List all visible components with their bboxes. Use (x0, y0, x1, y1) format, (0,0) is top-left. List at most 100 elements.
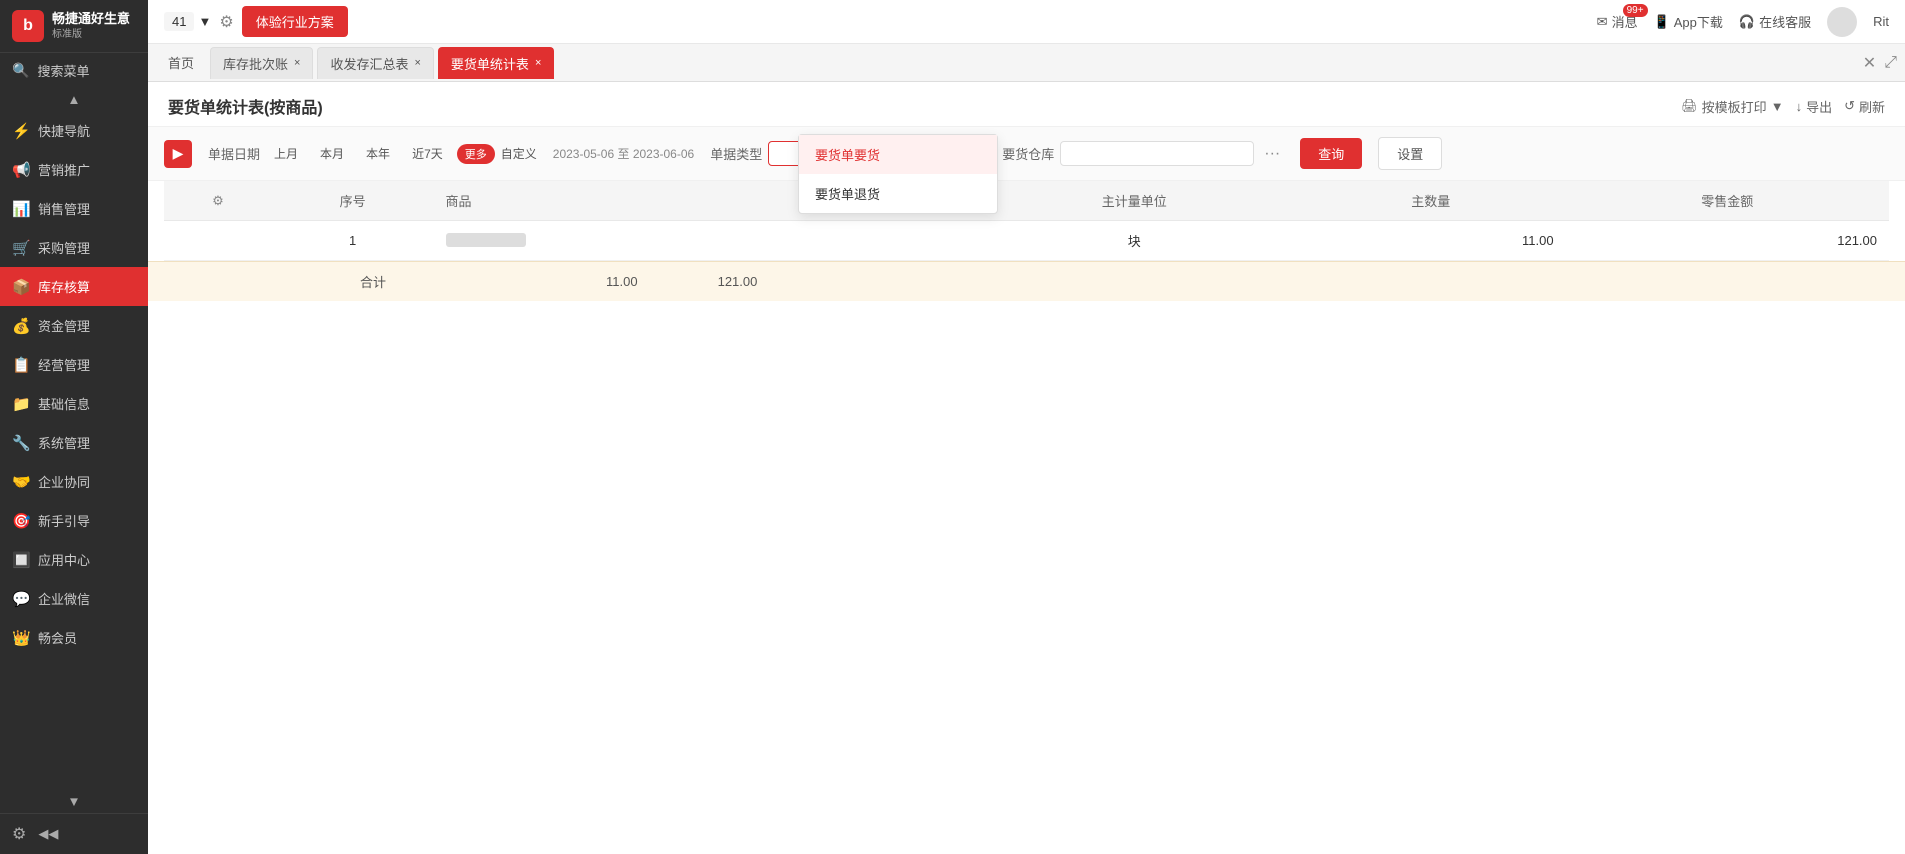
sidebar-item-purchase[interactable]: 🛒 采购管理 (0, 228, 148, 267)
finance-icon: 💰 (12, 317, 30, 335)
date-this-year[interactable]: 本年 (358, 142, 398, 165)
filter-more-dots[interactable]: ··· (1264, 145, 1280, 163)
col-seq: 序号 (272, 181, 434, 221)
date-last-month[interactable]: 上月 (266, 142, 306, 165)
table-row: 1 块 11.00 121.00 (164, 221, 1889, 261)
tab-inventory-batch-close[interactable]: × (294, 57, 300, 69)
tab-purchase-order-close[interactable]: × (535, 57, 541, 69)
sidebar-item-operations[interactable]: 📋 经营管理 (0, 345, 148, 384)
sidebar-item-wechat[interactable]: 💬 企业微信 (0, 579, 148, 618)
sales-icon: 📊 (12, 200, 30, 218)
logo-area: b 畅捷通好生意 标准版 (0, 0, 148, 53)
inventory-label: 库存核算 (38, 277, 90, 296)
sidebar-item-marketing[interactable]: 📢 营销推广 (0, 150, 148, 189)
app-download-button[interactable]: 📱 App下载 (1654, 12, 1723, 31)
sidebar-item-basic[interactable]: 📁 基础信息 (0, 384, 148, 423)
topbar-right: ✉ 消息 99+ 📱 App下载 🎧 在线客服 Rit (1597, 7, 1889, 37)
online-service-button[interactable]: 🎧 在线客服 (1739, 12, 1811, 31)
store-selector[interactable]: 41 ▼ (164, 12, 211, 31)
sidebar-item-guide[interactable]: 🎯 新手引导 (0, 501, 148, 540)
product-name-blurred (446, 233, 526, 247)
export-label: 导出 (1806, 97, 1832, 116)
query-button[interactable]: 查询 (1300, 138, 1362, 169)
trial-button[interactable]: 体验行业方案 (242, 6, 348, 37)
export-button[interactable]: ↓ 导出 (1796, 97, 1833, 116)
messages-badge: 99+ (1623, 4, 1648, 17)
tab-home[interactable]: 首页 (156, 47, 206, 78)
col-unit: 主计量单位 (973, 181, 1296, 221)
tab-close-all-icon[interactable]: ✕ (1863, 53, 1876, 73)
topbar-gear-icon[interactable]: ⚙ (219, 12, 233, 32)
messages-button[interactable]: ✉ 消息 99+ (1597, 12, 1638, 31)
finance-label: 资金管理 (38, 316, 90, 335)
dropdown-item-order-goods[interactable]: 要货单要货 (799, 135, 997, 174)
filter-expand-button[interactable]: ▶ (164, 140, 192, 168)
dropdown-item-order-return-label: 要货单退货 (815, 187, 880, 202)
page-actions: 🖨 按模板打印 ▼ ↓ 导出 ↺ 刷新 (1681, 97, 1885, 116)
sidebar-item-enterprise[interactable]: 🤝 企业协同 (0, 462, 148, 501)
sidebar-bottom: ⚙ ◀◀ (0, 813, 148, 854)
settings-icon[interactable]: ⚙ (12, 824, 26, 844)
sidebar-item-system[interactable]: 🔧 系统管理 (0, 423, 148, 462)
topbar-left: 41 ▼ ⚙ 体验行业方案 (164, 6, 1585, 37)
sidebar-item-sales[interactable]: 📊 销售管理 (0, 189, 148, 228)
sidebar-item-appstore[interactable]: 🔲 应用中心 (0, 540, 148, 579)
tab-receivable-close[interactable]: × (414, 57, 420, 69)
scroll-down-button[interactable]: ▼ (0, 790, 148, 813)
topbar: 41 ▼ ⚙ 体验行业方案 ✉ 消息 99+ 📱 App下载 🎧 在线客服 Ri… (148, 0, 1905, 44)
print-button[interactable]: 🖨 按模板打印 ▼ (1681, 97, 1783, 116)
logo-text: 畅捷通好生意 标准版 (52, 11, 130, 41)
tabbar: 首页 库存批次账 × 收发存汇总表 × 要货单统计表 × ✕ ⤢ (148, 44, 1905, 82)
member-icon: 👑 (12, 629, 30, 647)
sales-label: 销售管理 (38, 199, 90, 218)
sidebar-item-member[interactable]: 👑 畅会员 (0, 618, 148, 657)
sidebar: b 畅捷通好生意 标准版 🔍 搜索菜单 ▲ ⚡ 快捷导航 📢 营销推广 📊 销售… (0, 0, 148, 854)
page-content: 要货单统计表(按商品) 🖨 按模板打印 ▼ ↓ 导出 ↺ 刷新 ▶ (148, 82, 1905, 854)
tab-inventory-batch[interactable]: 库存批次账 × (210, 47, 313, 79)
search-menu[interactable]: 🔍 搜索菜单 (0, 53, 148, 88)
refresh-icon: ↺ (1844, 98, 1855, 114)
date-this-month[interactable]: 本月 (312, 142, 352, 165)
col-settings[interactable]: ⚙ (164, 181, 272, 221)
sidebar-item-inventory[interactable]: 📦 库存核算 (0, 267, 148, 306)
data-table: ⚙ 序号 商品 主计量单位 主数量 零售金额 1 (164, 181, 1889, 261)
filter-bar: ▶ 单据日期 上月 本月 本年 近7天 更多 自定义 2023-05-06 至 … (148, 127, 1905, 181)
type-filter-label: 单据类型 (710, 144, 762, 163)
marketing-label: 营销推广 (38, 160, 90, 179)
sidebar-item-finance[interactable]: 💰 资金管理 (0, 306, 148, 345)
system-icon: 🔧 (12, 434, 30, 452)
refresh-button[interactable]: ↺ 刷新 (1844, 97, 1885, 116)
date-more-button[interactable]: 更多 (457, 144, 495, 164)
member-label: 畅会员 (38, 628, 77, 647)
purchase-label: 采购管理 (38, 238, 90, 257)
guide-icon: 🎯 (12, 512, 30, 530)
footer-label: 合计 (360, 272, 386, 291)
scroll-up-button[interactable]: ▲ (0, 88, 148, 111)
basic-label: 基础信息 (38, 394, 90, 413)
tab-expand-icon[interactable]: ⤢ (1884, 54, 1897, 72)
date-shortcuts: 上月 本月 本年 近7天 更多 (266, 142, 495, 165)
download-icon: 📱 (1654, 14, 1670, 30)
dropdown-item-order-return[interactable]: 要货单退货 (799, 174, 997, 213)
footer-amount: 121.00 (718, 274, 758, 289)
tab-receivable-summary[interactable]: 收发存汇总表 × (317, 47, 433, 79)
collapse-button[interactable]: ◀◀ (38, 826, 58, 842)
online-service-label: 在线客服 (1759, 12, 1811, 31)
date-last-7-days[interactable]: 近7天 (404, 142, 451, 165)
warehouse-filter-input[interactable] (1060, 141, 1254, 166)
marketing-icon: 📢 (12, 161, 30, 179)
date-filter-group: 单据日期 上月 本月 本年 近7天 更多 自定义 (208, 142, 537, 165)
settings-button[interactable]: 设置 (1378, 137, 1442, 170)
sidebar-item-shortcut[interactable]: ⚡ 快捷导航 (0, 111, 148, 150)
tab-purchase-order-stats[interactable]: 要货单统计表 × (438, 47, 554, 79)
appstore-icon: 🔲 (12, 551, 30, 569)
username-text: Rit (1873, 14, 1889, 29)
row-amount: 121.00 (1566, 221, 1889, 261)
date-custom-button[interactable]: 自定义 (501, 145, 537, 162)
wechat-label: 企业微信 (38, 589, 90, 608)
edition-label: 标准版 (52, 28, 130, 41)
main-content: 41 ▼ ⚙ 体验行业方案 ✉ 消息 99+ 📱 App下载 🎧 在线客服 Ri… (148, 0, 1905, 854)
table-header-row: ⚙ 序号 商品 主计量单位 主数量 零售金额 (164, 181, 1889, 221)
basic-icon: 📁 (12, 395, 30, 413)
user-avatar[interactable] (1827, 7, 1857, 37)
